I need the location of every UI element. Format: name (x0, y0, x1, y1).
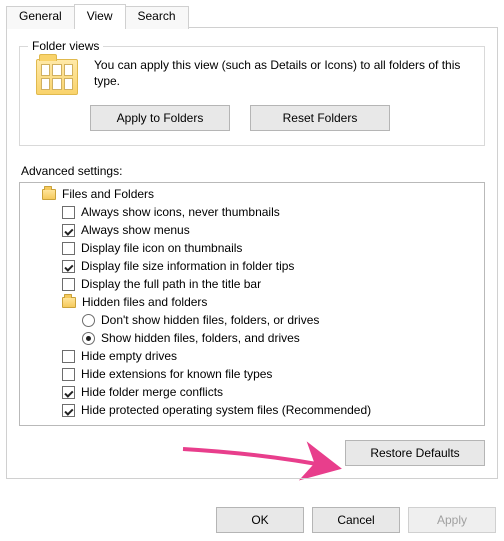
tree-item[interactable]: Always show menus (20, 221, 484, 239)
folder-views-group: Folder views You can apply this view (su… (19, 46, 485, 146)
restore-defaults-button[interactable]: Restore Defaults (345, 440, 485, 466)
checkbox[interactable] (62, 224, 75, 237)
tab-search[interactable]: Search (125, 6, 189, 29)
checkbox[interactable] (62, 350, 75, 363)
checkbox[interactable] (62, 242, 75, 255)
tree-item-label: Files and Folders (62, 186, 154, 202)
checkbox[interactable] (62, 206, 75, 219)
ok-button[interactable]: OK (216, 507, 304, 533)
tree-item[interactable]: Hide extensions for known file types (20, 365, 484, 383)
tree-item[interactable]: Files and Folders (20, 185, 484, 203)
tab-strip: General View Search (0, 0, 504, 27)
apply-to-folders-button[interactable]: Apply to Folders (90, 105, 230, 131)
folder-icon (42, 189, 56, 200)
tree-item-label: Don't show hidden files, folders, or dri… (101, 312, 319, 328)
tree-item-label: Display the full path in the title bar (81, 276, 261, 292)
tree-item-label: Display file icon on thumbnails (81, 240, 242, 256)
tree-item[interactable]: Hide folder merge conflicts (20, 383, 484, 401)
tab-view[interactable]: View (74, 4, 126, 28)
tree-item-label: Hide extensions for known file types (81, 366, 272, 382)
radio[interactable] (82, 332, 95, 345)
tree-item-label: Hidden files and folders (82, 294, 207, 310)
tab-general[interactable]: General (6, 6, 75, 29)
tree-item-label: Always show icons, never thumbnails (81, 204, 280, 220)
tree-item-label: Hide protected operating system files (R… (81, 402, 371, 418)
tree-item-label: Hide empty drives (81, 348, 177, 364)
tree-item[interactable]: Hide empty drives (20, 347, 484, 365)
advanced-settings-tree[interactable]: Files and Folders Always show icons, neve… (19, 182, 485, 426)
dialog-buttons: OK Cancel Apply (216, 507, 496, 533)
folder-views-text: You can apply this view (such as Details… (94, 57, 472, 89)
checkbox[interactable] (62, 368, 75, 381)
folder-icon (62, 297, 76, 308)
tree-item-label: Show hidden files, folders, and drives (101, 330, 300, 346)
tree-item[interactable]: Display file icon on thumbnails (20, 239, 484, 257)
checkbox[interactable] (62, 278, 75, 291)
tree-item-label: Always show menus (81, 222, 190, 238)
tab-panel-view: Folder views You can apply this view (su… (6, 27, 498, 479)
cancel-button[interactable]: Cancel (312, 507, 400, 533)
tree-item[interactable]: Hide protected operating system files (R… (20, 401, 484, 419)
advanced-settings-label: Advanced settings: (21, 164, 485, 178)
tree-item[interactable]: Don't show hidden files, folders, or dri… (20, 311, 484, 329)
radio[interactable] (82, 314, 95, 327)
folder-views-title: Folder views (28, 39, 103, 53)
apply-button[interactable]: Apply (408, 507, 496, 533)
folder-grid-icon (36, 59, 78, 95)
reset-folders-button[interactable]: Reset Folders (250, 105, 390, 131)
tree-item-label: Hide folder merge conflicts (81, 384, 223, 400)
tree-item[interactable]: Display the full path in the title bar (20, 275, 484, 293)
tree-item[interactable]: Show hidden files, folders, and drives (20, 329, 484, 347)
checkbox[interactable] (62, 386, 75, 399)
checkbox[interactable] (62, 260, 75, 273)
tree-item[interactable]: Hidden files and folders (20, 293, 484, 311)
tree-item[interactable]: Display file size information in folder … (20, 257, 484, 275)
checkbox[interactable] (62, 404, 75, 417)
tree-item-label: Display file size information in folder … (81, 258, 294, 274)
tree-item[interactable]: Always show icons, never thumbnails (20, 203, 484, 221)
